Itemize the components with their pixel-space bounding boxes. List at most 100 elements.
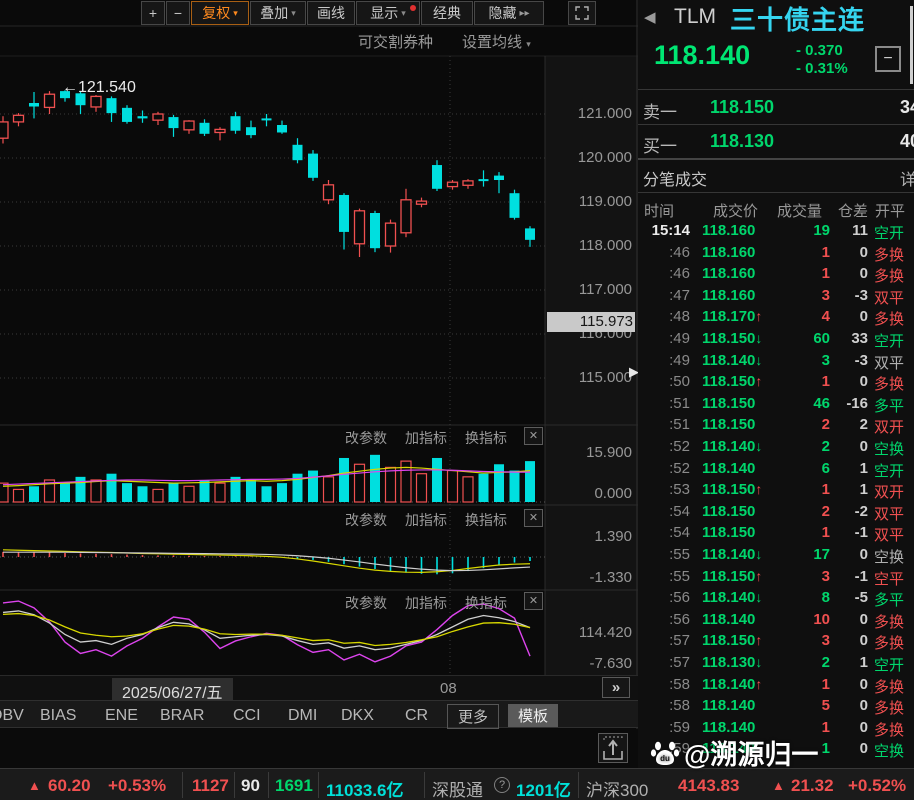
northbound-amount[interactable]: 1201亿	[516, 776, 571, 800]
panel-menu-switch-indicator[interactable]: 换指标	[465, 510, 507, 530]
tick-oi-change: -5	[832, 589, 868, 606]
index-change[interactable]: 60.20	[48, 776, 91, 796]
ma-setting-dropdown[interactable]: 设置均线 ▾	[462, 31, 531, 52]
fullscreen-button[interactable]	[568, 1, 596, 25]
hs300-change-pct[interactable]: +0.52%	[848, 776, 906, 796]
tick-row[interactable]: :51118.15022双开	[638, 416, 914, 438]
close-panel-icon[interactable]: ✕	[524, 509, 543, 527]
tick-time: :53	[638, 481, 690, 498]
market-turnover[interactable]: 11033.6亿	[326, 776, 404, 800]
decliners-count[interactable]: 1691	[275, 776, 313, 796]
tick-row[interactable]: 15:14118.1601911空开	[638, 222, 914, 244]
panel-menu-add-indicator[interactable]: 加指标	[405, 428, 447, 448]
panel-menu-add-indicator[interactable]: 加指标	[405, 593, 447, 613]
main-chart[interactable]	[0, 0, 638, 768]
adjust-price-button[interactable]: 复权▾	[191, 1, 249, 25]
indicator-tab-bar: OBV BIAS ENE BRAR CCI DMI DKX CR 更多 模板	[0, 700, 638, 728]
panel-menu-edit-params[interactable]: 改参数	[345, 428, 387, 448]
hide-button[interactable]: 隐藏▸▸	[474, 1, 544, 25]
tick-volume: 1	[766, 244, 830, 261]
tick-row[interactable]: :46118.16010多换	[638, 265, 914, 287]
tick-price: 118.150	[702, 416, 755, 433]
panel-menu-edit-params[interactable]: 改参数	[345, 593, 387, 613]
zoom-in-button[interactable]: +	[141, 1, 165, 25]
tick-row[interactable]: :55118.140↓170空换	[638, 546, 914, 568]
tick-row[interactable]: :49118.140↓3-3双平	[638, 352, 914, 374]
tick-row[interactable]: :46118.16010多换	[638, 244, 914, 266]
market-status-bar: 8 ▲ 60.20 +0.53% 1127 90 1691 11033.6亿 深…	[0, 768, 914, 800]
tick-row[interactable]: :56118.140100多换	[638, 611, 914, 633]
tick-row[interactable]: :49118.150↓6033空开	[638, 330, 914, 352]
tab-dkx[interactable]: DKX	[341, 707, 374, 725]
template-button[interactable]: 模板	[508, 704, 558, 727]
panel-menu-edit-params[interactable]: 改参数	[345, 510, 387, 530]
zoom-out-button[interactable]: −	[166, 1, 190, 25]
time-axis: 2025/06/27/五 08 »	[0, 675, 638, 700]
close-panel-icon[interactable]: ✕	[524, 427, 543, 445]
hs300-label[interactable]: 沪深300	[586, 776, 648, 800]
tab-ene[interactable]: ENE	[105, 707, 138, 725]
tick-time: :49	[638, 330, 690, 347]
hs300-value[interactable]: 4143.83	[678, 776, 739, 796]
panel-menu-switch-indicator[interactable]: 换指标	[465, 428, 507, 448]
tick-row[interactable]: :54118.1502-2双平	[638, 503, 914, 525]
tick-row[interactable]: :50118.150↑10多换	[638, 373, 914, 395]
tick-row[interactable]: :54118.1501-1双平	[638, 524, 914, 546]
downtick-arrow-icon: ↓	[755, 589, 762, 605]
classic-button[interactable]: 经典	[421, 1, 473, 25]
tick-time: :46	[638, 244, 690, 261]
tick-oi-change: -1	[832, 524, 868, 541]
more-indicators-button[interactable]: 更多	[447, 704, 499, 729]
tick-row[interactable]: :51118.15046-16多平	[638, 395, 914, 417]
bottom-strip	[0, 729, 638, 768]
tick-row[interactable]: :53118.150↑11双开	[638, 481, 914, 503]
panel-menu-switch-indicator[interactable]: 换指标	[465, 593, 507, 613]
tick-row[interactable]: :52118.140↓20空换	[638, 438, 914, 460]
tick-price: 118.160	[702, 244, 755, 261]
tab-dmi[interactable]: DMI	[288, 707, 317, 725]
tick-row[interactable]: :48118.170↑40多换	[638, 308, 914, 330]
hs300-change[interactable]: 21.32	[791, 776, 834, 796]
tab-cr[interactable]: CR	[405, 707, 428, 725]
tick-price: 118.140	[702, 697, 755, 714]
draw-line-button[interactable]: 画线	[307, 1, 355, 25]
tab-cci[interactable]: CCI	[233, 707, 261, 725]
tick-row[interactable]: :52118.14061空开	[638, 460, 914, 482]
tick-open-close-flag: 多换	[874, 719, 904, 740]
tick-volume: 2	[766, 503, 830, 520]
overlay-button[interactable]: 叠加▾	[250, 1, 306, 25]
tick-row[interactable]: :58118.14050多换	[638, 697, 914, 719]
tick-time: 15:14	[638, 222, 690, 239]
panel-menu-add-indicator[interactable]: 加指标	[405, 510, 447, 530]
tick-volume: 10	[766, 611, 830, 628]
tab-brar[interactable]: BRAR	[160, 707, 204, 725]
trading-terminal: + − 复权▾ 叠加▾ 画线 显示▾ 经典 隐藏▸▸ 可交割券种 设置均线 ▾ …	[0, 0, 914, 800]
export-button[interactable]	[598, 733, 628, 763]
tick-row[interactable]: :56118.140↓8-5多平	[638, 589, 914, 611]
tick-row[interactable]: :57118.130↓21空开	[638, 654, 914, 676]
tick-oi-change: 0	[832, 697, 868, 714]
display-button[interactable]: 显示▾	[356, 1, 420, 25]
scroll-right-button[interactable]: »	[602, 677, 630, 698]
tick-open-close-flag: 多平	[874, 589, 904, 610]
tick-time: :54	[638, 524, 690, 541]
tab-bias[interactable]: BIAS	[40, 707, 76, 725]
tick-oi-change: -3	[832, 352, 868, 369]
close-panel-icon[interactable]: ✕	[524, 592, 543, 610]
tick-row[interactable]: :47118.1603-3双平	[638, 287, 914, 309]
tick-time: :52	[638, 438, 690, 455]
tick-row[interactable]: :57118.150↑30多换	[638, 632, 914, 654]
uptick-arrow-icon: ↑	[755, 568, 762, 584]
tick-volume: 19	[766, 222, 830, 239]
tick-row[interactable]: :55118.150↑3-1空平	[638, 568, 914, 590]
downtick-arrow-icon: ↓	[755, 438, 762, 454]
index-change-pct[interactable]: +0.53%	[108, 776, 166, 796]
unchanged-count[interactable]: 90	[241, 776, 260, 796]
question-circle-icon[interactable]: ?	[494, 777, 510, 793]
uptick-arrow-icon: ↑	[755, 308, 762, 324]
deliverable-bonds-link[interactable]: 可交割券种	[358, 31, 433, 52]
advancers-count[interactable]: 1127	[192, 776, 229, 796]
northbound-label[interactable]: 深股通	[432, 776, 483, 800]
tick-row[interactable]: :58118.140↑10多换	[638, 676, 914, 698]
tab-obv[interactable]: OBV	[0, 707, 24, 725]
